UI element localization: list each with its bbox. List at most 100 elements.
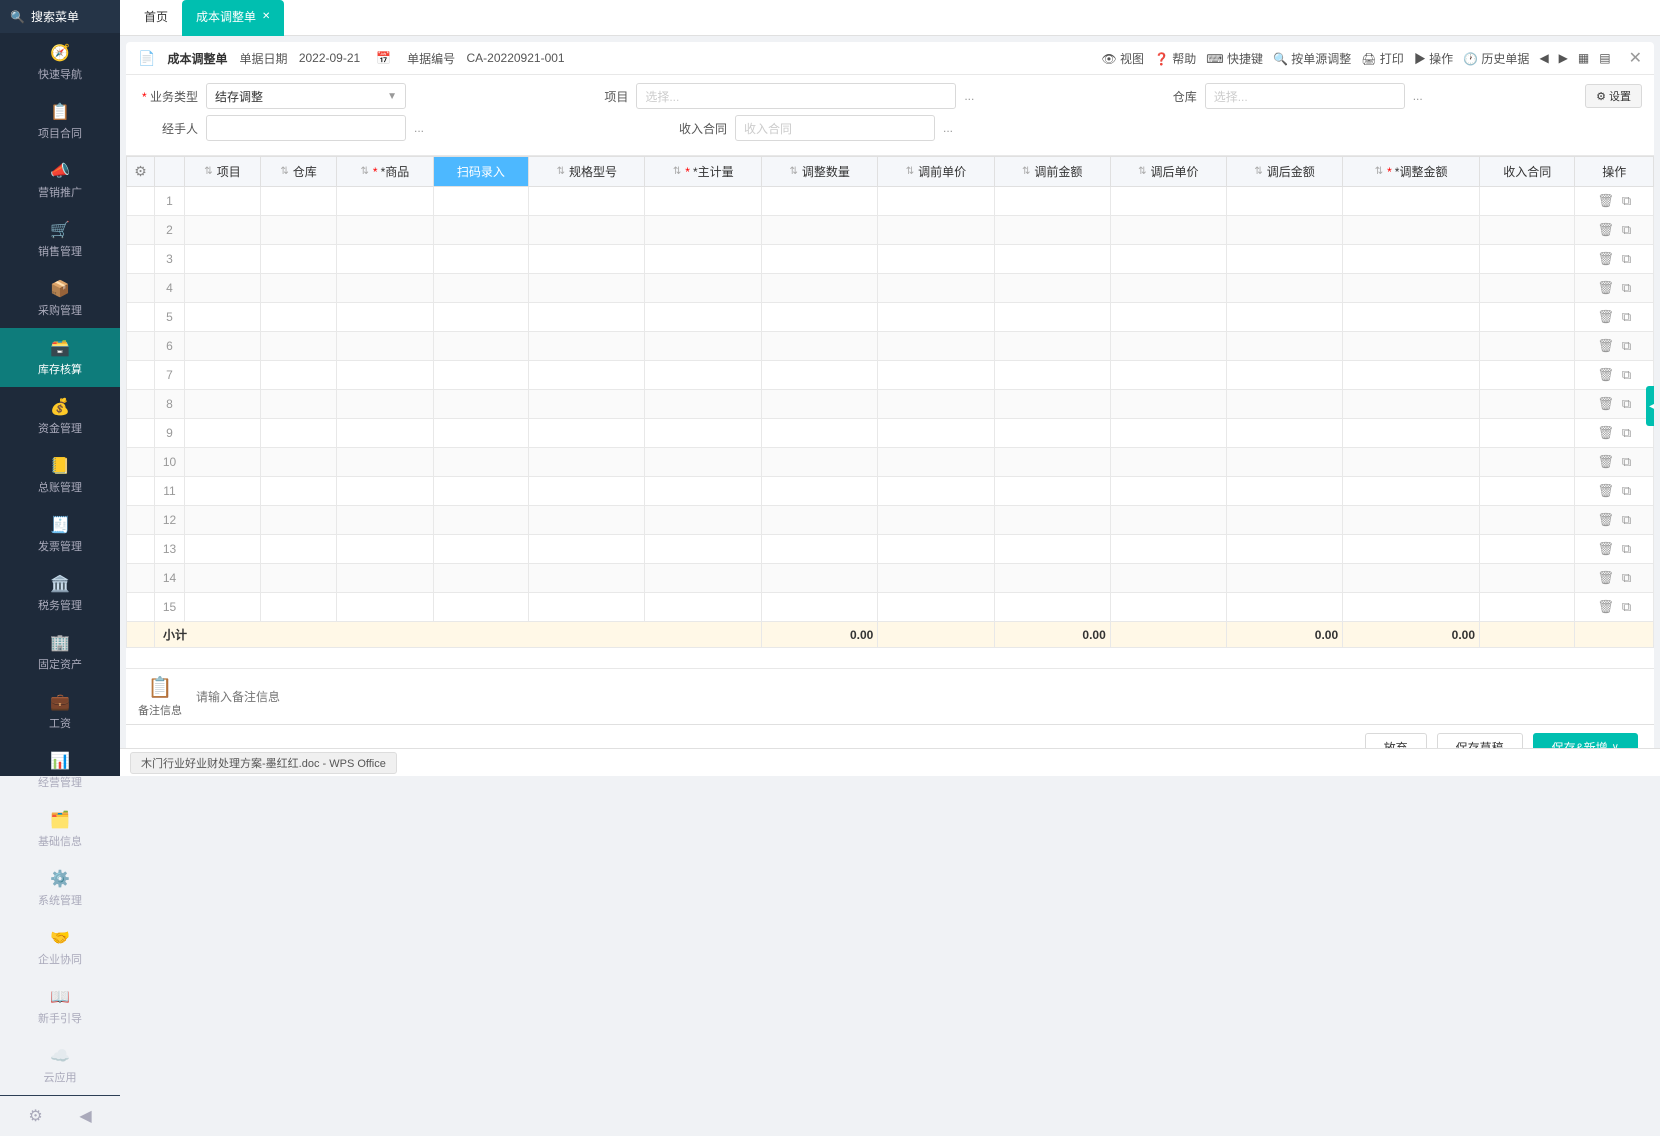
- data-cell[interactable]: [1480, 361, 1575, 390]
- data-cell[interactable]: [645, 390, 762, 419]
- history-action[interactable]: 🕐 历史单据: [1463, 50, 1529, 67]
- copy-row-button[interactable]: ⧉: [1620, 510, 1633, 530]
- review-action[interactable]: 🔍 按单源调整: [1273, 50, 1351, 67]
- data-cell[interactable]: [529, 390, 645, 419]
- taskbar-item[interactable]: 木门行业好业财处理方案-墨红红.doc - WPS Office: [130, 752, 397, 774]
- data-cell[interactable]: [762, 187, 878, 216]
- data-cell[interactable]: [762, 506, 878, 535]
- sidebar-item-project-contract[interactable]: 📋 项目合同: [0, 92, 120, 151]
- data-cell[interactable]: [1480, 332, 1575, 361]
- col-after-price[interactable]: ⇅调后单价: [1110, 157, 1226, 187]
- data-cell[interactable]: [185, 274, 261, 303]
- col-prev-price[interactable]: ⇅调前单价: [878, 157, 994, 187]
- data-cell[interactable]: [1226, 506, 1342, 535]
- data-cell[interactable]: [261, 419, 337, 448]
- sort-icon-after-price[interactable]: ⇅: [1138, 166, 1146, 177]
- data-cell[interactable]: [645, 593, 762, 622]
- data-cell[interactable]: [1480, 216, 1575, 245]
- data-cell[interactable]: [185, 564, 261, 593]
- sort-icon-unit[interactable]: ⇅: [673, 166, 681, 177]
- next-action[interactable]: ▶: [1559, 51, 1568, 65]
- view-action[interactable]: 👁 视图: [1101, 50, 1144, 67]
- data-cell[interactable]: [1226, 332, 1342, 361]
- data-cell[interactable]: [994, 216, 1110, 245]
- data-cell[interactable]: [185, 477, 261, 506]
- sort-icon-qty[interactable]: ⇅: [790, 166, 798, 177]
- data-cell[interactable]: [1226, 245, 1342, 274]
- sidebar-item-cloud[interactable]: ☁️ 云应用: [0, 1036, 120, 1095]
- data-cell[interactable]: [337, 593, 434, 622]
- data-cell[interactable]: [878, 448, 994, 477]
- prev-action[interactable]: ◀: [1539, 51, 1548, 65]
- sort-icon-prev-price[interactable]: ⇅: [906, 166, 914, 177]
- data-cell[interactable]: [1343, 564, 1480, 593]
- data-cell[interactable]: [645, 274, 762, 303]
- sort-icon-spec[interactable]: ⇅: [557, 166, 565, 177]
- data-cell[interactable]: [1110, 303, 1226, 332]
- sidebar-item-payroll[interactable]: 💼 工资: [0, 682, 120, 741]
- copy-row-button[interactable]: ⧉: [1620, 191, 1633, 211]
- warehouse-input[interactable]: 选择...: [1205, 83, 1405, 109]
- data-cell[interactable]: [645, 245, 762, 274]
- data-cell[interactable]: [261, 332, 337, 361]
- delete-row-button[interactable]: 🗑: [1595, 191, 1616, 211]
- income-contract-input[interactable]: 收入合同: [735, 115, 935, 141]
- data-cell[interactable]: [1110, 564, 1226, 593]
- col-project[interactable]: ⇅项目: [185, 157, 261, 187]
- data-cell[interactable]: [529, 303, 645, 332]
- data-cell[interactable]: [878, 506, 994, 535]
- print-action[interactable]: 🖨 打印: [1361, 50, 1404, 67]
- sidebar-item-finance[interactable]: 💰 资金管理: [0, 387, 120, 446]
- data-cell[interactable]: [645, 187, 762, 216]
- sort-icon-adjust-amount[interactable]: ⇅: [1375, 166, 1383, 177]
- grid2-action[interactable]: ▤: [1599, 51, 1610, 65]
- data-cell[interactable]: [1226, 564, 1342, 593]
- data-cell[interactable]: [994, 477, 1110, 506]
- data-cell[interactable]: [1110, 506, 1226, 535]
- warehouse-dots[interactable]: ...: [1413, 89, 1423, 103]
- handler-dots[interactable]: ...: [414, 121, 424, 135]
- data-cell[interactable]: [762, 564, 878, 593]
- col-adjust-amount[interactable]: ⇅**调整金额: [1343, 157, 1480, 187]
- data-cell[interactable]: [878, 361, 994, 390]
- data-cell[interactable]: [762, 477, 878, 506]
- data-cell[interactable]: [337, 274, 434, 303]
- data-cell[interactable]: [1480, 593, 1575, 622]
- data-cell[interactable]: [878, 477, 994, 506]
- data-cell[interactable]: [185, 593, 261, 622]
- data-cell[interactable]: [994, 274, 1110, 303]
- data-cell[interactable]: [645, 564, 762, 593]
- data-cell[interactable]: [762, 448, 878, 477]
- data-cell[interactable]: [261, 448, 337, 477]
- data-cell[interactable]: [878, 593, 994, 622]
- delete-row-button[interactable]: 🗑: [1595, 568, 1616, 588]
- data-cell[interactable]: [1480, 274, 1575, 303]
- data-cell[interactable]: [433, 361, 528, 390]
- data-cell[interactable]: [433, 448, 528, 477]
- data-cell[interactable]: [529, 361, 645, 390]
- data-cell[interactable]: [878, 332, 994, 361]
- data-cell[interactable]: [994, 245, 1110, 274]
- col-after-amount[interactable]: ⇅调后金额: [1226, 157, 1342, 187]
- data-cell[interactable]: [645, 419, 762, 448]
- sidebar-item-operations[interactable]: 📊 经营管理: [0, 741, 120, 800]
- sidebar-item-purchase[interactable]: 📦 采购管理: [0, 269, 120, 328]
- copy-row-button[interactable]: ⧉: [1620, 539, 1633, 559]
- data-cell[interactable]: [762, 390, 878, 419]
- data-cell[interactable]: [433, 274, 528, 303]
- data-cell[interactable]: [645, 216, 762, 245]
- delete-row-button[interactable]: 🗑: [1595, 539, 1616, 559]
- data-cell[interactable]: [185, 245, 261, 274]
- data-cell[interactable]: [1480, 245, 1575, 274]
- data-cell[interactable]: [1110, 245, 1226, 274]
- copy-row-button[interactable]: ⧉: [1620, 568, 1633, 588]
- data-cell[interactable]: [337, 419, 434, 448]
- data-cell[interactable]: [1343, 448, 1480, 477]
- sidebar-item-base-info[interactable]: 🗂️ 基础信息: [0, 800, 120, 859]
- data-cell[interactable]: [1110, 593, 1226, 622]
- data-cell[interactable]: [878, 274, 994, 303]
- data-cell[interactable]: [1343, 593, 1480, 622]
- data-cell[interactable]: [185, 187, 261, 216]
- sort-icon-prev-amount[interactable]: ⇅: [1022, 166, 1030, 177]
- data-cell[interactable]: [433, 216, 528, 245]
